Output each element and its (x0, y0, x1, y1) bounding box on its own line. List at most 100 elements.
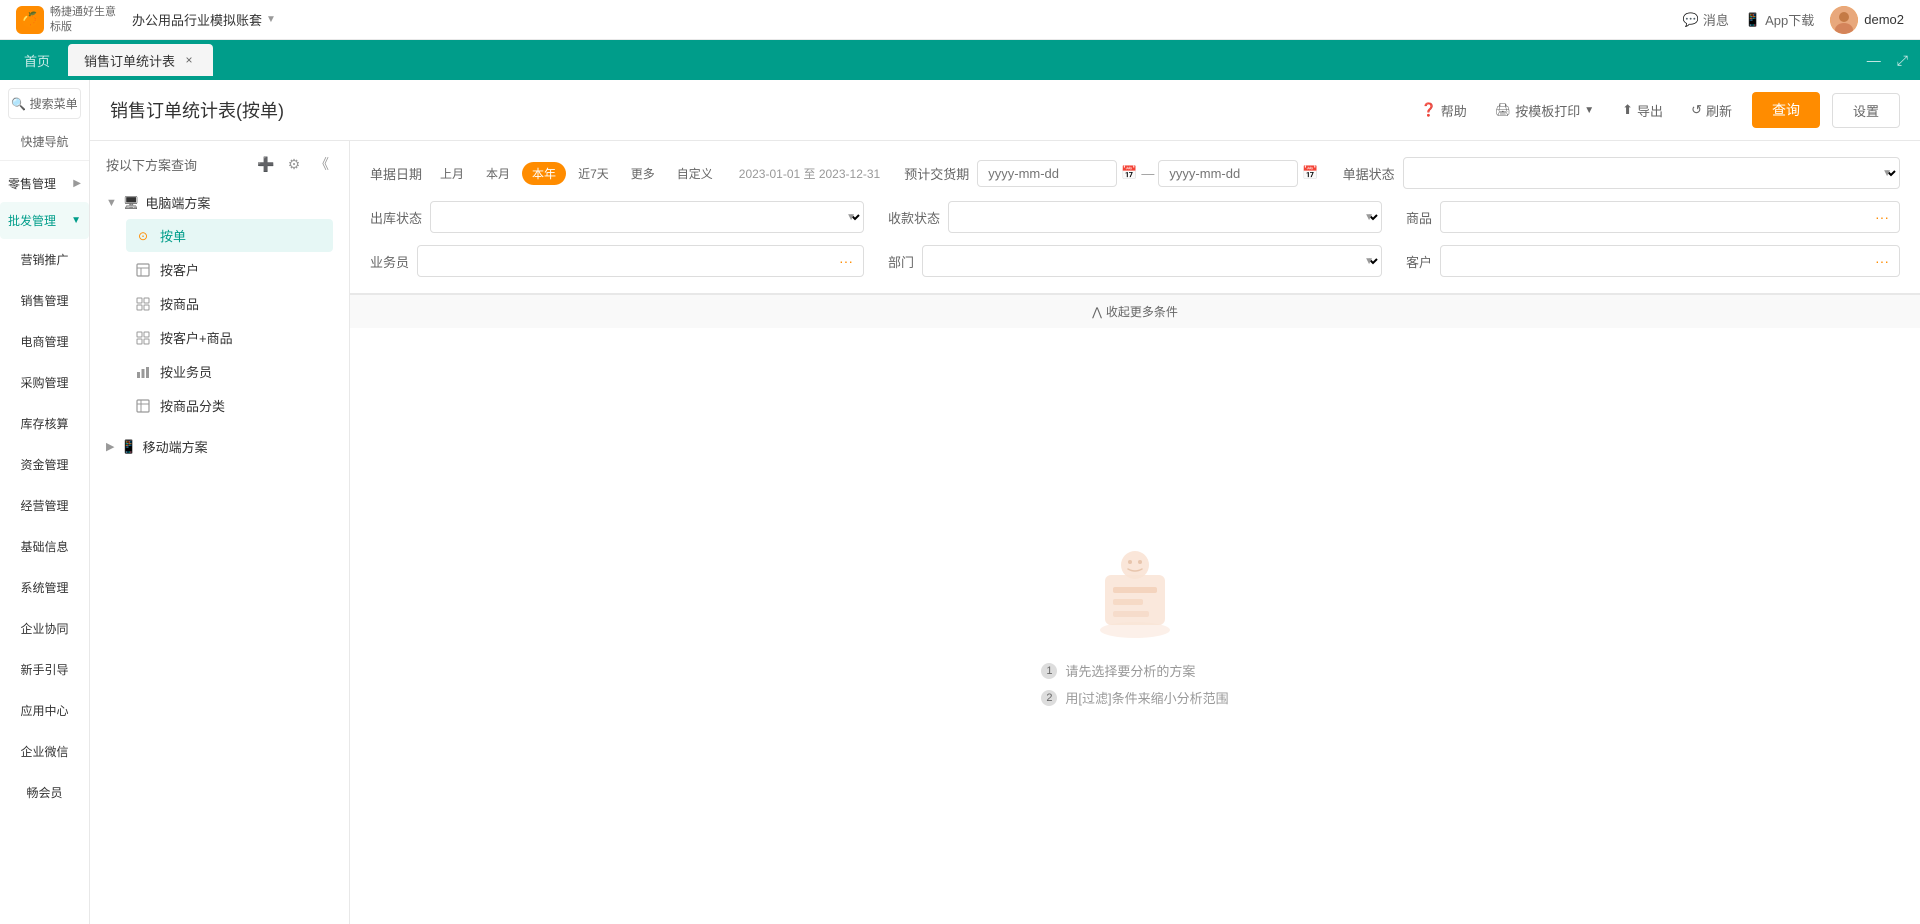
left-panel-actions: ➕ ⚙ 《 (255, 153, 333, 175)
sidebar-item-purchase[interactable]: 采购管理 (4, 364, 85, 401)
calendar-end-icon[interactable]: 📅 (1302, 165, 1318, 181)
goods-dots-icon[interactable]: ··· (1875, 209, 1889, 225)
salesperson-dots-icon[interactable]: ··· (839, 253, 853, 269)
user-area[interactable]: demo2 (1830, 6, 1904, 34)
scheme-item-by-customer-goods[interactable]: 按客户+商品 (126, 321, 333, 354)
shortcut-nav-btn[interactable]: 快捷导航 (0, 127, 89, 156)
sidebar-item-ecommerce[interactable]: 电商管理 (4, 323, 85, 360)
sidebar-item-app-center[interactable]: 应用中心 (4, 692, 85, 729)
combined-icon (134, 329, 152, 347)
sidebar-item-member[interactable]: 畅会员 (4, 774, 85, 811)
tip-num-2: 2 (1041, 690, 1057, 706)
filter-row-3: 业务员 ··· 部门 ▼ (370, 245, 1900, 277)
scheme-section-pc: ▼ 🖥 电脑端方案 ⊙ 按单 (90, 183, 349, 427)
department-label: 部门 (888, 252, 914, 271)
template-print-btn[interactable]: 🖨 按模板打印 ▼ (1487, 97, 1602, 124)
sidebar-item-finance[interactable]: 资金管理 (4, 446, 85, 483)
filter-area: 单据日期 上月 本月 本年 近7天 更多 自定义 2023-01-01 至 20… (350, 141, 1920, 294)
sidebar-item-inventory[interactable]: 库存核算 (4, 405, 85, 442)
chevron-right-icon: ▶ (106, 440, 114, 453)
status-label: 单据状态 (1343, 164, 1395, 183)
sidebar-item-onboarding[interactable]: 新手引导 (4, 651, 85, 688)
collapse-conditions-btn[interactable]: ⋀ 收起更多条件 (350, 294, 1920, 328)
export-icon: ⬆ (1622, 102, 1633, 118)
sidebar-item-sales[interactable]: 销售管理 (4, 282, 85, 319)
date-end-input[interactable] (1158, 160, 1298, 187)
chevron-down-icon: ▼ (71, 215, 81, 226)
date-tab-more[interactable]: 更多 (621, 162, 665, 185)
message-btn[interactable]: 💬 消息 (1683, 10, 1729, 29)
goods-input[interactable]: ··· (1440, 201, 1900, 233)
settings-button[interactable]: 设置 (1832, 93, 1900, 128)
sidebar-item-basic-info[interactable]: 基础信息 (4, 528, 85, 565)
calendar-start-icon[interactable]: 📅 (1121, 165, 1137, 181)
filter-salesperson-group: 业务员 ··· (370, 245, 864, 277)
bar-chart-icon (134, 363, 152, 381)
tip-num-1: 1 (1041, 663, 1057, 679)
date-tab-7days[interactable]: 近7天 (568, 162, 619, 185)
customer-input[interactable]: ··· (1440, 245, 1900, 277)
sidebar-item-system[interactable]: 系统管理 (4, 569, 85, 606)
collapse-panel-btn[interactable]: 《 (311, 153, 333, 175)
scheme-item-by-category[interactable]: 按商品分类 (126, 389, 333, 422)
date-tab-last-month[interactable]: 上月 (430, 162, 474, 185)
search-menu-btn[interactable]: 🔍 搜索菜单 (0, 80, 89, 127)
app-download-btn[interactable]: 📱 App下载 (1745, 10, 1814, 29)
tab-sales-stats[interactable]: 销售订单统计表 × (68, 44, 213, 76)
goods-label: 商品 (1406, 208, 1432, 227)
customer-dots-icon[interactable]: ··· (1875, 253, 1889, 269)
date-tab-this-month[interactable]: 本月 (476, 162, 520, 185)
left-panel: 按以下方案查询 ➕ ⚙ 《 ▼ 🖥 电脑端方案 ⊙ (90, 141, 350, 924)
date-tab-custom[interactable]: 自定义 (667, 162, 723, 185)
content-area: 销售订单统计表(按单) ❓ 帮助 🖨 按模板打印 ▼ ⬆ 导出 ↺ 刷新 (90, 80, 1920, 924)
sidebar-item-wholesale[interactable]: 批发管理 ▼ (0, 202, 89, 239)
company-selector[interactable]: 办公用品行业模拟账套 ▼ (124, 6, 284, 33)
outbound-select[interactable] (430, 201, 864, 233)
tab-bar: 首页 销售订单统计表 × — ⤢ (0, 40, 1920, 80)
mobile-icon: 📱 (120, 439, 136, 455)
search-icon: 🔍 (11, 97, 26, 111)
logo-area: 🍊 畅捷通好生意 标版 (16, 5, 116, 34)
date-start-input[interactable] (977, 160, 1117, 187)
help-btn[interactable]: ❓ 帮助 (1413, 97, 1475, 124)
collapse-icon: ⋀ (1092, 305, 1102, 319)
add-scheme-btn[interactable]: ➕ (255, 153, 277, 175)
query-button[interactable]: 查询 (1752, 92, 1820, 128)
sidebar-item-marketing[interactable]: 营销推广 (4, 241, 85, 278)
date-input-group: 📅 — 📅 (977, 160, 1318, 187)
filter-predicted-date-group: 预计交货期 📅 — 📅 (904, 160, 1318, 187)
refresh-btn[interactable]: ↺ 刷新 (1683, 97, 1740, 124)
payment-select[interactable] (948, 201, 1382, 233)
salesperson-input[interactable]: ··· (417, 245, 864, 277)
status-select[interactable] (1403, 157, 1900, 189)
tab-home[interactable]: 首页 (8, 44, 66, 76)
search-menu-input[interactable]: 🔍 搜索菜单 (8, 88, 81, 119)
tab-close-btn[interactable]: × (181, 52, 197, 68)
department-select[interactable] (922, 245, 1382, 277)
scheme-item-by-order[interactable]: ⊙ 按单 (126, 219, 333, 252)
tab-maximize-btn[interactable]: ⤢ (1893, 48, 1912, 73)
date-range-display: 2023-01-01 至 2023-12-31 (739, 165, 880, 182)
sidebar-item-collab[interactable]: 企业协同 (4, 610, 85, 647)
status-select-wrapper: ▼ (1403, 157, 1900, 189)
message-icon: 💬 (1683, 12, 1699, 28)
export-btn[interactable]: ⬆ 导出 (1614, 97, 1671, 124)
date-tab-this-year[interactable]: 本年 (522, 162, 566, 185)
filter-goods-group: 商品 ··· (1406, 201, 1900, 233)
tab-minimize-btn[interactable]: — (1863, 48, 1885, 73)
header-right: 💬 消息 📱 App下载 demo2 (1683, 6, 1904, 34)
filter-customer-group: 客户 ··· (1406, 245, 1900, 277)
chevron-down-icon: ▼ (1584, 105, 1594, 116)
scheme-group-pc[interactable]: ▼ 🖥 电脑端方案 (106, 187, 333, 218)
scheme-item-by-customer[interactable]: 按客户 (126, 253, 333, 286)
sidebar-item-wechat[interactable]: 企业微信 (4, 733, 85, 770)
chevron-down-icon: ▼ (106, 197, 117, 209)
sidebar-item-operations[interactable]: 经营管理 (4, 487, 85, 524)
edit-scheme-btn[interactable]: ⚙ (283, 153, 305, 175)
empty-tip-2: 2 用[过滤]条件来缩小分析范围 (1041, 688, 1228, 707)
scheme-item-by-salesperson[interactable]: 按业务员 (126, 355, 333, 388)
scheme-group-mobile[interactable]: ▶ 📱 移动端方案 (106, 431, 333, 462)
empty-tip-1: 1 请先选择要分析的方案 (1041, 661, 1228, 680)
sidebar-item-retail[interactable]: 零售管理 ▶ (0, 165, 89, 202)
scheme-item-by-goods[interactable]: 按商品 (126, 287, 333, 320)
